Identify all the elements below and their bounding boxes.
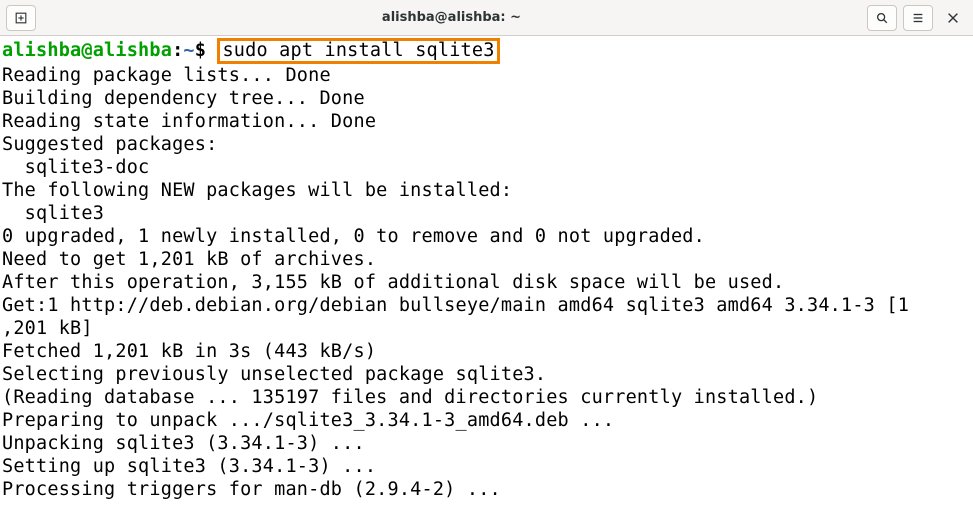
output-line: Setting up sqlite3 (3.34.1-3) ... (2, 455, 971, 478)
prompt-symbol: $ (195, 40, 206, 61)
output-line: After this operation, 3,155 kB of additi… (2, 271, 971, 294)
output-line: (Reading database ... 135197 files and d… (2, 386, 971, 409)
output-line: sqlite3-doc (2, 156, 971, 179)
new-tab-button[interactable] (6, 5, 36, 31)
window-titlebar: alishba@alishba: ~ (0, 0, 973, 36)
output-line: sqlite3 (2, 202, 971, 225)
prompt-user: alishba@alishba (2, 40, 172, 61)
prompt-path: ~ (183, 40, 194, 61)
output-line: Reading state information... Done (2, 110, 971, 133)
output-line: Need to get 1,201 kB of archives. (2, 248, 971, 271)
output-line: 0 upgraded, 1 newly installed, 0 to remo… (2, 225, 971, 248)
output-line: The following NEW packages will be insta… (2, 179, 971, 202)
highlighted-command: sudo apt install sqlite3 (217, 38, 499, 64)
hamburger-icon (911, 11, 925, 25)
output-line: Preparing to unpack .../sqlite3_3.34.1-3… (2, 409, 971, 432)
prompt-colon: : (172, 40, 183, 61)
terminal-output-area[interactable]: alishba@alishba:~$ sudo apt install sqli… (0, 36, 973, 531)
output-line: Fetched 1,201 kB in 3s (443 kB/s) (2, 340, 971, 363)
search-icon (875, 11, 889, 25)
menu-button[interactable] (903, 5, 933, 31)
new-tab-icon (14, 11, 28, 25)
output-line: ,201 kB] (2, 317, 971, 340)
output-line: Processing triggers for man-db (2.9.4-2)… (2, 478, 971, 501)
prompt-line: alishba@alishba:~$ sudo apt install sqli… (2, 38, 971, 64)
search-button[interactable] (867, 5, 897, 31)
output-line: Building dependency tree... Done (2, 87, 971, 110)
output-line: Get:1 http://deb.debian.org/debian bulls… (2, 294, 971, 317)
close-button[interactable] (939, 5, 967, 31)
output-line: Selecting previously unselected package … (2, 363, 971, 386)
output-line: Suggested packages: (2, 133, 971, 156)
output-line: Unpacking sqlite3 (3.34.1-3) ... (2, 432, 971, 455)
window-title: alishba@alishba: ~ (42, 10, 861, 25)
output-line: Reading package lists... Done (2, 64, 971, 87)
close-icon (946, 11, 960, 25)
